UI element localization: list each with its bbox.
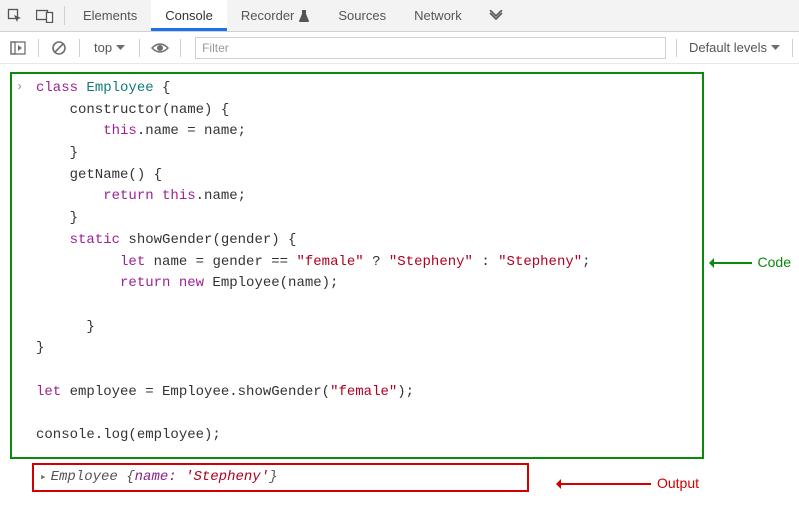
context-label: top (94, 40, 112, 55)
annotation-output: Output (561, 473, 699, 495)
more-tabs-button[interactable] (476, 0, 516, 31)
chevron-down-icon (771, 44, 780, 52)
separator (79, 39, 80, 57)
log-levels-selector[interactable]: Default levels (681, 40, 788, 55)
annotation-code-label: Code (758, 252, 791, 274)
devtools-tabbar: Elements Console Recorder Sources Networ… (0, 0, 799, 32)
console-body: › class Employee { constructor(name) { t… (0, 64, 799, 504)
code-input-box[interactable]: › class Employee { constructor(name) { t… (10, 72, 704, 459)
device-toggle-icon[interactable] (30, 0, 60, 31)
tab-elements[interactable]: Elements (69, 0, 151, 31)
tab-sources[interactable]: Sources (324, 0, 400, 31)
context-selector[interactable]: top (88, 40, 131, 55)
arrow-left-icon (561, 483, 651, 485)
filter-input[interactable] (195, 37, 666, 59)
beaker-icon (298, 9, 310, 23)
tab-recorder[interactable]: Recorder (227, 0, 324, 31)
separator (64, 6, 65, 25)
clear-console-icon[interactable] (47, 36, 71, 60)
tab-console[interactable]: Console (151, 0, 227, 31)
separator (792, 39, 793, 57)
separator (676, 39, 677, 57)
output-key: name: (135, 469, 177, 485)
arrow-left-icon (714, 262, 752, 264)
sidebar-toggle-icon[interactable] (6, 36, 30, 60)
separator (139, 39, 140, 57)
code-content: class Employee { constructor(name) { thi… (12, 74, 696, 451)
separator (180, 39, 181, 57)
inspect-icon[interactable] (0, 0, 30, 31)
output-value: 'Stepheny' (185, 469, 269, 485)
output-class: Employee (51, 469, 118, 485)
console-output-box[interactable]: ▸ Employee {name: 'Stepheny'} (32, 463, 529, 493)
annotation-output-label: Output (657, 473, 699, 495)
tab-label: Recorder (241, 8, 294, 23)
output-brace: { (118, 469, 135, 485)
annotation-code: Code (714, 252, 791, 274)
separator (38, 39, 39, 57)
filter-field[interactable] (195, 37, 666, 59)
output-brace-close: } (269, 469, 277, 485)
chevron-down-icon (116, 44, 125, 52)
console-toolbar: top Default levels (0, 32, 799, 64)
levels-label: Default levels (689, 40, 767, 55)
input-chevron-icon: › (16, 78, 23, 97)
expand-triangle-icon[interactable]: ▸ (40, 472, 47, 484)
tab-network[interactable]: Network (400, 0, 476, 31)
live-expression-icon[interactable] (148, 36, 172, 60)
